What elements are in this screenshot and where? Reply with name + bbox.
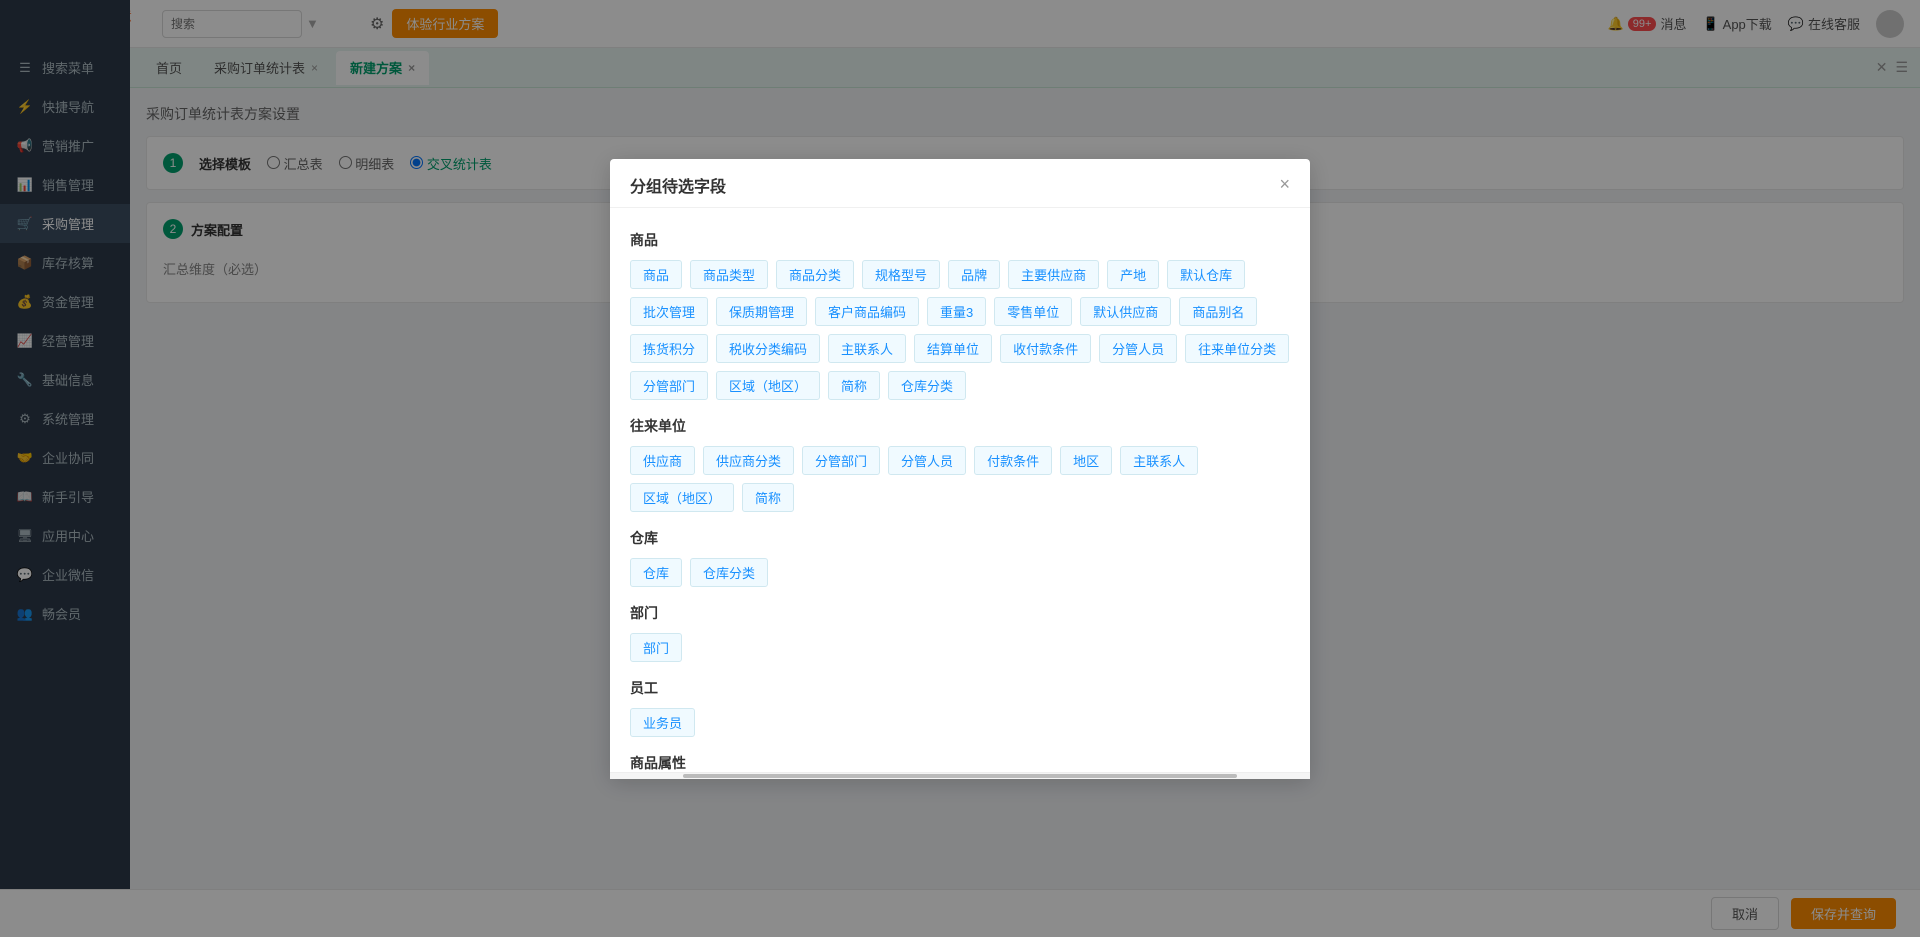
section-title-商品: 商品 bbox=[630, 230, 1290, 250]
modal-overlay: 分组待选字段 × 商品商品商品类型商品分类规格型号品牌主要供应商产地默认仓库批次… bbox=[0, 0, 1920, 937]
section-title-往来单位: 往来单位 bbox=[630, 416, 1290, 436]
field-chip-主联系人[interactable]: 主联系人 bbox=[828, 334, 906, 363]
field-grid-往来单位: 供应商供应商分类分管部门分管人员付款条件地区主联系人区域（地区） 简称 bbox=[630, 446, 1290, 512]
section-title-部门: 部门 bbox=[630, 603, 1290, 623]
field-chip-默认供应商[interactable]: 默认供应商 bbox=[1080, 297, 1171, 326]
field-chip-简称[interactable]: 简称 bbox=[828, 371, 880, 400]
field-select-modal: 分组待选字段 × 商品商品商品类型商品分类规格型号品牌主要供应商产地默认仓库批次… bbox=[610, 159, 1310, 779]
field-chip-分管人员[interactable]: 分管人员 bbox=[1099, 334, 1177, 363]
section-title-员工: 员工 bbox=[630, 678, 1290, 698]
field-chip-分管人员[interactable]: 分管人员 bbox=[888, 446, 966, 475]
field-chip-收付款条件[interactable]: 收付款条件 bbox=[1000, 334, 1091, 363]
field-chip-规格型号[interactable]: 规格型号 bbox=[862, 260, 940, 289]
field-chip-商品类型[interactable]: 商品类型 bbox=[690, 260, 768, 289]
field-grid-员工: 业务员 bbox=[630, 708, 1290, 737]
field-chip-税收分类编码[interactable]: 税收分类编码 bbox=[716, 334, 820, 363]
field-chip-默认仓库[interactable]: 默认仓库 bbox=[1167, 260, 1245, 289]
modal-footer-scrollbar[interactable] bbox=[610, 772, 1310, 779]
field-chip-结算单位[interactable]: 结算单位 bbox=[914, 334, 992, 363]
field-chip-仓库[interactable]: 仓库 bbox=[630, 558, 682, 587]
field-chip-供应商分类[interactable]: 供应商分类 bbox=[703, 446, 794, 475]
section-title-商品属性: 商品属性 bbox=[630, 753, 1290, 772]
field-chip-仓库分类[interactable]: 仓库分类 bbox=[690, 558, 768, 587]
field-chip-分管部门[interactable]: 分管部门 bbox=[802, 446, 880, 475]
field-chip-批次管理[interactable]: 批次管理 bbox=[630, 297, 708, 326]
field-chip-零售单位[interactable]: 零售单位 bbox=[994, 297, 1072, 326]
field-chip-简称[interactable]: 简称 bbox=[742, 483, 794, 512]
field-chip-分管部门[interactable]: 分管部门 bbox=[630, 371, 708, 400]
field-chip-重量3[interactable]: 重量3 bbox=[927, 297, 986, 326]
field-chip-供应商[interactable]: 供应商 bbox=[630, 446, 695, 475]
field-chip-产地[interactable]: 产地 bbox=[1107, 260, 1159, 289]
field-chip-地区[interactable]: 地区 bbox=[1060, 446, 1112, 475]
field-chip-商品分类[interactable]: 商品分类 bbox=[776, 260, 854, 289]
field-chip-品牌[interactable]: 品牌 bbox=[948, 260, 1000, 289]
field-grid-部门: 部门 bbox=[630, 633, 1290, 662]
horizontal-scrollbar[interactable] bbox=[683, 774, 1237, 778]
field-chip-保质期管理[interactable]: 保质期管理 bbox=[716, 297, 807, 326]
field-chip-付款条件[interactable]: 付款条件 bbox=[974, 446, 1052, 475]
field-chip-业务员[interactable]: 业务员 bbox=[630, 708, 695, 737]
modal-close-button[interactable]: × bbox=[1279, 174, 1290, 195]
field-chip-客户商品编码[interactable]: 客户商品编码 bbox=[815, 297, 919, 326]
field-grid-仓库: 仓库仓库分类 bbox=[630, 558, 1290, 587]
field-chip-区域（地区）[interactable]: 区域（地区） bbox=[716, 371, 820, 400]
field-chip-往来单位分类[interactable]: 往来单位分类 bbox=[1185, 334, 1289, 363]
section-title-仓库: 仓库 bbox=[630, 528, 1290, 548]
modal-header: 分组待选字段 × bbox=[610, 159, 1310, 208]
field-chip-主要供应商[interactable]: 主要供应商 bbox=[1008, 260, 1099, 289]
field-chip-拣货积分[interactable]: 拣货积分 bbox=[630, 334, 708, 363]
modal-title: 分组待选字段 bbox=[630, 173, 726, 197]
modal-body[interactable]: 商品商品商品类型商品分类规格型号品牌主要供应商产地默认仓库批次管理保质期管理客户… bbox=[610, 208, 1310, 772]
field-grid-商品: 商品商品类型商品分类规格型号品牌主要供应商产地默认仓库批次管理保质期管理客户商品… bbox=[630, 260, 1290, 400]
field-chip-商品别名[interactable]: 商品别名 bbox=[1179, 297, 1257, 326]
field-chip-区域（地区）[interactable]: 区域（地区） bbox=[630, 483, 734, 512]
field-chip-部门[interactable]: 部门 bbox=[630, 633, 682, 662]
field-chip-商品[interactable]: 商品 bbox=[630, 260, 682, 289]
field-chip-仓库分类[interactable]: 仓库分类 bbox=[888, 371, 966, 400]
field-chip-主联系人[interactable]: 主联系人 bbox=[1120, 446, 1198, 475]
